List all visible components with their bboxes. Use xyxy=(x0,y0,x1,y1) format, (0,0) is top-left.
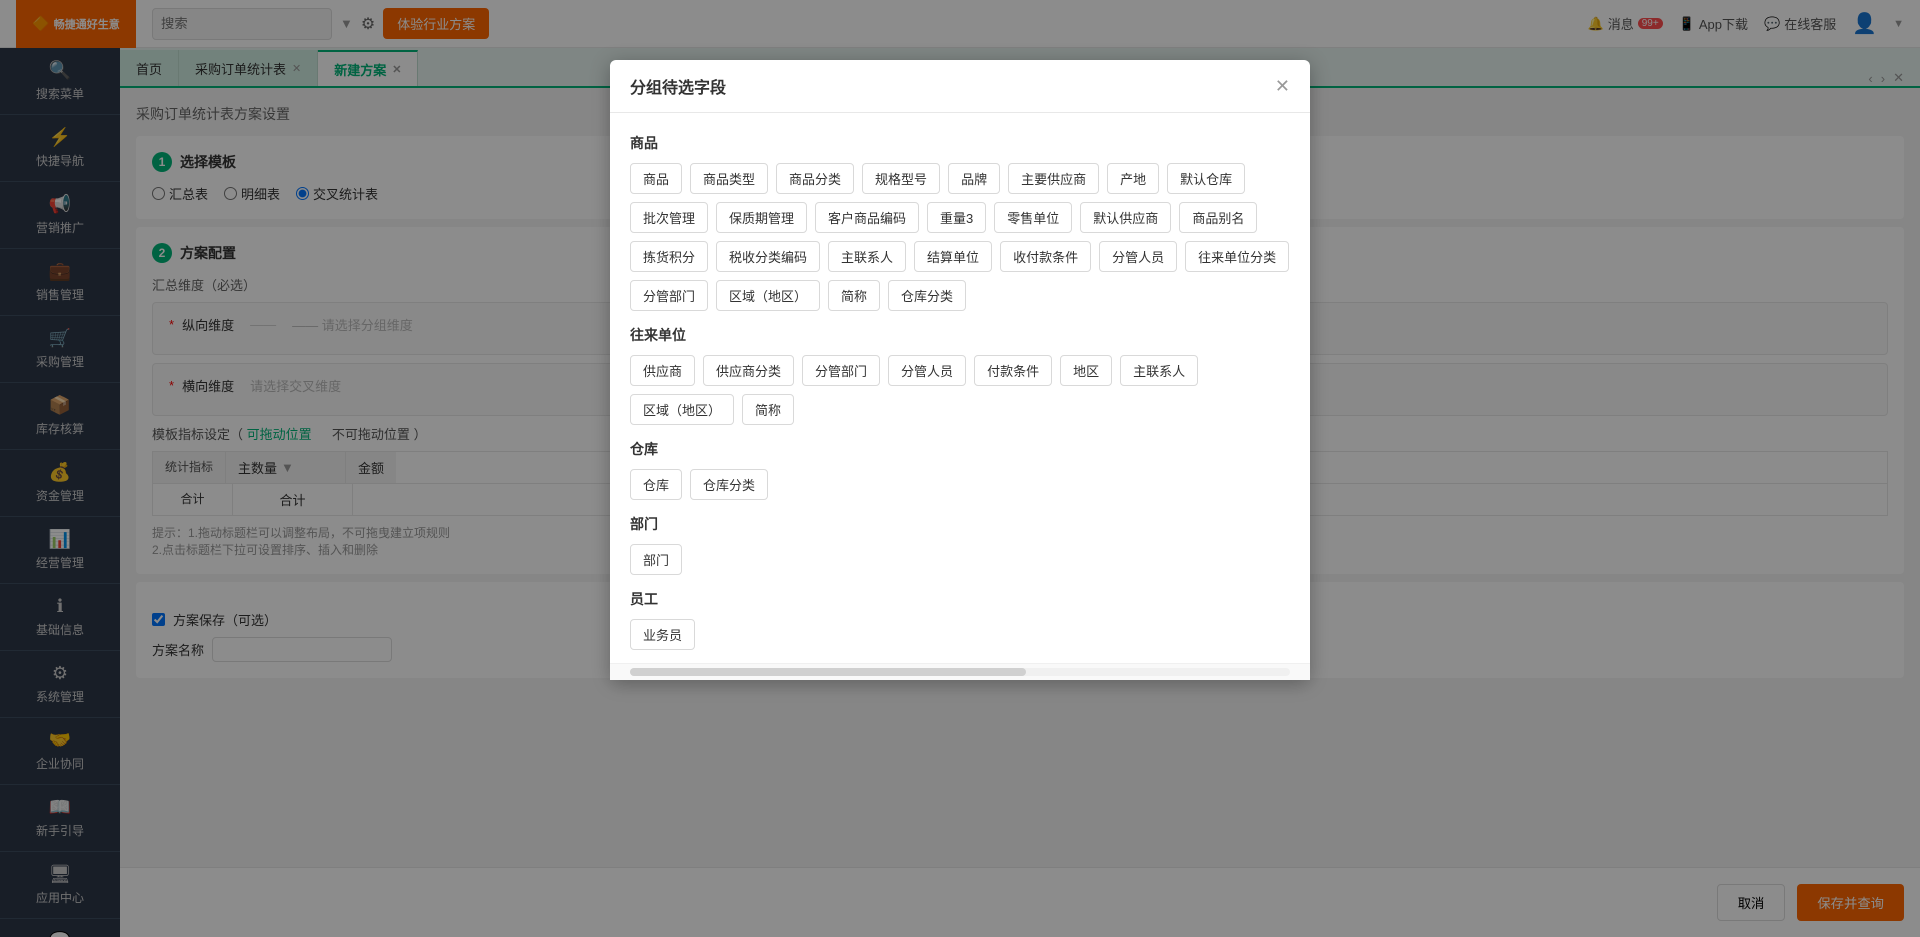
field-tag[interactable]: 产地 xyxy=(1107,163,1159,194)
field-tag[interactable]: 仓库 xyxy=(630,469,682,500)
field-group-title-仓库: 仓库 xyxy=(630,439,1290,459)
field-tag[interactable]: 地区 xyxy=(1060,355,1112,386)
field-tag[interactable]: 商品 xyxy=(630,163,682,194)
field-tag[interactable]: 保质期管理 xyxy=(716,202,807,233)
horizontal-scrollbar[interactable] xyxy=(630,668,1290,676)
field-tag[interactable]: 仓库分类 xyxy=(888,280,966,311)
modal: 分组待选字段 ✕ 商品商品商品类型商品分类规格型号品牌主要供应商产地默认仓库批次… xyxy=(610,60,1310,680)
field-tags-往来单位: 供应商供应商分类分管部门分管人员付款条件地区主联系人区域（地区） 简称 xyxy=(630,355,1290,425)
modal-close-button[interactable]: ✕ xyxy=(1275,76,1290,97)
field-group-title-往来单位: 往来单位 xyxy=(630,325,1290,345)
field-tags-商品: 商品商品类型商品分类规格型号品牌主要供应商产地默认仓库批次管理保质期管理客户商品… xyxy=(630,163,1290,311)
field-tag[interactable]: 收付款条件 xyxy=(1000,241,1091,272)
field-tag[interactable]: 商品分类 xyxy=(776,163,854,194)
modal-title: 分组待选字段 xyxy=(630,74,726,98)
field-tag[interactable]: 规格型号 xyxy=(862,163,940,194)
field-group-title-员工: 员工 xyxy=(630,589,1290,609)
field-group-title-部门: 部门 xyxy=(630,514,1290,534)
field-tag[interactable]: 零售单位 xyxy=(994,202,1072,233)
field-tag[interactable]: 品牌 xyxy=(948,163,1000,194)
field-tag[interactable]: 重量3 xyxy=(927,202,986,233)
field-tag[interactable]: 默认供应商 xyxy=(1080,202,1171,233)
field-tag[interactable]: 分管人员 xyxy=(888,355,966,386)
field-tag[interactable]: 简称 xyxy=(828,280,880,311)
field-tag[interactable]: 付款条件 xyxy=(974,355,1052,386)
field-tag[interactable]: 税收分类编码 xyxy=(716,241,820,272)
field-tag[interactable]: 区域（地区） xyxy=(716,280,820,311)
field-tag[interactable]: 往来单位分类 xyxy=(1185,241,1289,272)
field-tag[interactable]: 批次管理 xyxy=(630,202,708,233)
field-tag[interactable]: 分管部门 xyxy=(802,355,880,386)
scrollbar-thumb[interactable] xyxy=(630,668,1026,676)
field-tag[interactable]: 区域（地区） xyxy=(630,394,734,425)
field-tag[interactable]: 主联系人 xyxy=(828,241,906,272)
field-tag[interactable]: 分管部门 xyxy=(630,280,708,311)
modal-scrollbar-area xyxy=(610,663,1310,680)
field-tag[interactable]: 主要供应商 xyxy=(1008,163,1099,194)
field-tag[interactable]: 部门 xyxy=(630,544,682,575)
field-tags-部门: 部门 xyxy=(630,544,1290,575)
field-group-title-商品: 商品 xyxy=(630,133,1290,153)
field-tag[interactable]: 商品别名 xyxy=(1179,202,1257,233)
modal-body: 商品商品商品类型商品分类规格型号品牌主要供应商产地默认仓库批次管理保质期管理客户… xyxy=(610,113,1310,663)
field-tag[interactable]: 默认仓库 xyxy=(1167,163,1245,194)
modal-overlay: 分组待选字段 ✕ 商品商品商品类型商品分类规格型号品牌主要供应商产地默认仓库批次… xyxy=(0,0,1920,937)
field-tag[interactable]: 拣货积分 xyxy=(630,241,708,272)
field-tag[interactable]: 客户商品编码 xyxy=(815,202,919,233)
field-tag[interactable]: 业务员 xyxy=(630,619,695,650)
modal-header: 分组待选字段 ✕ xyxy=(610,60,1310,113)
field-tag[interactable]: 仓库分类 xyxy=(690,469,768,500)
field-tag[interactable]: 商品类型 xyxy=(690,163,768,194)
field-tag[interactable]: 分管人员 xyxy=(1099,241,1177,272)
field-tags-仓库: 仓库仓库分类 xyxy=(630,469,1290,500)
field-tag[interactable]: 供应商分类 xyxy=(703,355,794,386)
field-tag[interactable]: 主联系人 xyxy=(1120,355,1198,386)
field-tag[interactable]: 简称 xyxy=(742,394,794,425)
field-tag[interactable]: 结算单位 xyxy=(914,241,992,272)
field-tags-员工: 业务员 xyxy=(630,619,1290,650)
field-tag[interactable]: 供应商 xyxy=(630,355,695,386)
